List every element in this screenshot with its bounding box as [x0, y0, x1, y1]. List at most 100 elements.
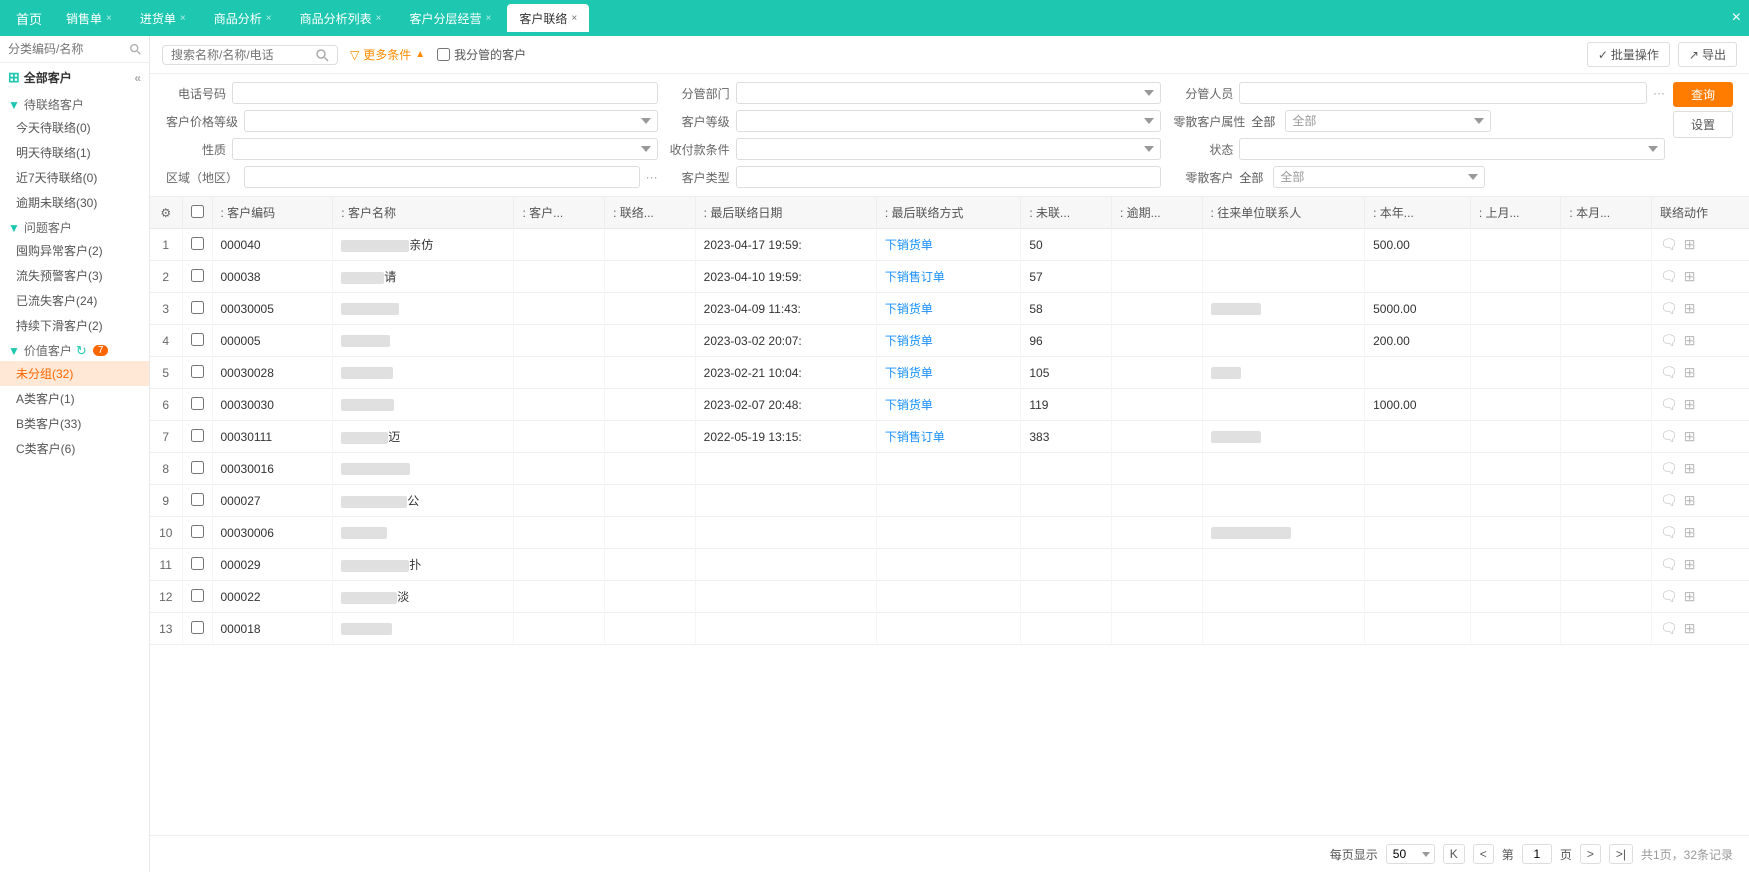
sidebar-item-7days-pending[interactable]: 近7天待联络(0) — [0, 165, 149, 190]
row-checkbox-cell[interactable] — [182, 293, 212, 325]
row-checkbox-cell[interactable] — [182, 453, 212, 485]
grid-action-icon[interactable]: ⊞ — [1684, 620, 1696, 637]
tab-purchase-order[interactable]: 进货单 × — [128, 4, 198, 32]
value-customers-group[interactable]: ▼ 价值客户 ↻ 7 — [0, 338, 149, 361]
grid-action-icon[interactable]: ⊞ — [1684, 428, 1696, 445]
phone-action-icon[interactable]: 🗨 — [1660, 268, 1678, 285]
row-checkbox-cell[interactable] — [182, 549, 212, 581]
department-select[interactable] — [736, 82, 1162, 104]
customer-level-select[interactable] — [736, 110, 1162, 132]
close-tab-icon[interactable]: × — [266, 13, 272, 24]
last-method-link[interactable]: 下销售订单 — [885, 270, 945, 284]
more-conditions-button[interactable]: ▽ 更多条件 ▲ — [350, 46, 425, 63]
row-checkbox[interactable] — [191, 301, 204, 314]
current-page-input[interactable] — [1522, 844, 1552, 864]
last-page-button[interactable]: >| — [1609, 844, 1633, 864]
row-checkbox-cell[interactable] — [182, 485, 212, 517]
sidebar-item-class-c[interactable]: C类客户(6) — [0, 436, 149, 461]
page-size-select[interactable]: 20 50 100 — [1386, 844, 1435, 864]
phone-input[interactable] — [232, 82, 658, 104]
phone-action-icon[interactable]: 🗨 — [1660, 524, 1678, 541]
row-checkbox[interactable] — [191, 269, 204, 282]
phone-action-icon[interactable]: 🗨 — [1660, 236, 1678, 253]
row-checkbox[interactable] — [191, 461, 204, 474]
settings-icon[interactable]: ⚙ — [160, 206, 171, 220]
retail-attr-select[interactable]: 全部 — [1285, 110, 1491, 132]
row-checkbox[interactable] — [191, 557, 204, 570]
grid-action-icon[interactable]: ⊞ — [1684, 556, 1696, 573]
tab-customer-segmentation[interactable]: 客户分层经营 × — [397, 4, 503, 32]
last-method-link[interactable]: 下销货单 — [885, 302, 933, 316]
last-method-link[interactable]: 下销货单 — [885, 334, 933, 348]
tab-customer-contact[interactable]: 客户联络 × — [507, 4, 589, 32]
phone-action-icon[interactable]: 🗨 — [1660, 332, 1678, 349]
tab-product-analysis[interactable]: 商品分析 × — [202, 4, 284, 32]
phone-action-icon[interactable]: 🗨 — [1660, 588, 1678, 605]
tab-sales-order[interactable]: 销售单 × — [54, 4, 124, 32]
region-dots-button[interactable]: ··· — [646, 170, 658, 184]
grid-action-icon[interactable]: ⊞ — [1684, 524, 1696, 541]
grid-action-icon[interactable]: ⊞ — [1684, 268, 1696, 285]
prev-page-button[interactable]: < — [1473, 844, 1494, 864]
sidebar-item-lost-customers[interactable]: 已流失客户(24) — [0, 288, 149, 313]
row-checkbox[interactable] — [191, 333, 204, 346]
status-select[interactable] — [1239, 138, 1665, 160]
first-page-button[interactable]: K — [1443, 844, 1465, 864]
row-checkbox[interactable] — [191, 237, 204, 250]
sidebar-item-overdue-contact[interactable]: 逾期未联络(30) — [0, 190, 149, 215]
refresh-icon[interactable]: ↻ — [76, 343, 87, 359]
pending-contact-group[interactable]: ▼ 待联络客户 — [0, 92, 149, 115]
close-tab-icon[interactable]: × — [485, 13, 491, 24]
row-checkbox[interactable] — [191, 397, 204, 410]
batch-operation-button[interactable]: ✓ 批量操作 — [1587, 42, 1670, 67]
sidebar-item-tomorrow-pending[interactable]: 明天待联络(1) — [0, 140, 149, 165]
row-checkbox[interactable] — [191, 429, 204, 442]
customer-type-input[interactable] — [736, 166, 1162, 188]
all-customers-section[interactable]: ⊞ 全部客户 « — [0, 63, 149, 92]
grid-action-icon[interactable]: ⊞ — [1684, 588, 1696, 605]
my-customers-check[interactable] — [437, 48, 450, 61]
last-method-link[interactable]: 下销货单 — [885, 398, 933, 412]
sidebar-item-class-b[interactable]: B类客户(33) — [0, 411, 149, 436]
row-checkbox[interactable] — [191, 365, 204, 378]
grid-action-icon[interactable]: ⊞ — [1684, 300, 1696, 317]
last-method-link[interactable]: 下销货单 — [885, 238, 933, 252]
close-tab-icon[interactable]: × — [106, 13, 112, 24]
row-checkbox-cell[interactable] — [182, 229, 212, 261]
row-checkbox[interactable] — [191, 493, 204, 506]
main-search-icon[interactable] — [315, 48, 329, 62]
price-level-select[interactable] — [244, 110, 658, 132]
row-checkbox[interactable] — [191, 525, 204, 538]
grid-action-icon[interactable]: ⊞ — [1684, 396, 1696, 413]
phone-action-icon[interactable]: 🗨 — [1660, 396, 1678, 413]
grid-action-icon[interactable]: ⊞ — [1684, 236, 1696, 253]
row-checkbox-cell[interactable] — [182, 389, 212, 421]
phone-action-icon[interactable]: 🗨 — [1660, 300, 1678, 317]
sidebar-item-class-a[interactable]: A类客户(1) — [0, 386, 149, 411]
last-method-link[interactable]: 下销售订单 — [885, 430, 945, 444]
close-tab-icon[interactable]: × — [376, 13, 382, 24]
phone-action-icon[interactable]: 🗨 — [1660, 460, 1678, 477]
grid-action-icon[interactable]: ⊞ — [1684, 460, 1696, 477]
row-checkbox-cell[interactable] — [182, 357, 212, 389]
retail-customer-select[interactable]: 全部 — [1273, 166, 1485, 188]
sidebar-item-today-pending[interactable]: 今天待联络(0) — [0, 115, 149, 140]
row-checkbox-cell[interactable] — [182, 421, 212, 453]
last-method-link[interactable]: 下销货单 — [885, 366, 933, 380]
row-checkbox-cell[interactable] — [182, 325, 212, 357]
sidebar-item-ungroup[interactable]: 未分组(32) — [0, 361, 149, 386]
next-page-button[interactable]: > — [1580, 844, 1601, 864]
row-checkbox-cell[interactable] — [182, 581, 212, 613]
sidebar-item-hoarding-abnormal[interactable]: 囤购异常客户(2) — [0, 238, 149, 263]
query-button[interactable]: 查询 — [1673, 82, 1733, 107]
row-checkbox-cell[interactable] — [182, 613, 212, 645]
settings-column-header[interactable]: ⚙ — [150, 197, 182, 229]
row-checkbox-cell[interactable] — [182, 261, 212, 293]
checkbox-column-header[interactable] — [182, 197, 212, 229]
close-all-tabs-button[interactable]: × — [1732, 9, 1741, 27]
tab-product-analysis-list[interactable]: 商品分析列表 × — [288, 4, 394, 32]
grid-action-icon[interactable]: ⊞ — [1684, 364, 1696, 381]
row-checkbox[interactable] — [191, 589, 204, 602]
sidebar-search-input[interactable] — [8, 42, 125, 56]
region-input[interactable] — [244, 166, 640, 188]
